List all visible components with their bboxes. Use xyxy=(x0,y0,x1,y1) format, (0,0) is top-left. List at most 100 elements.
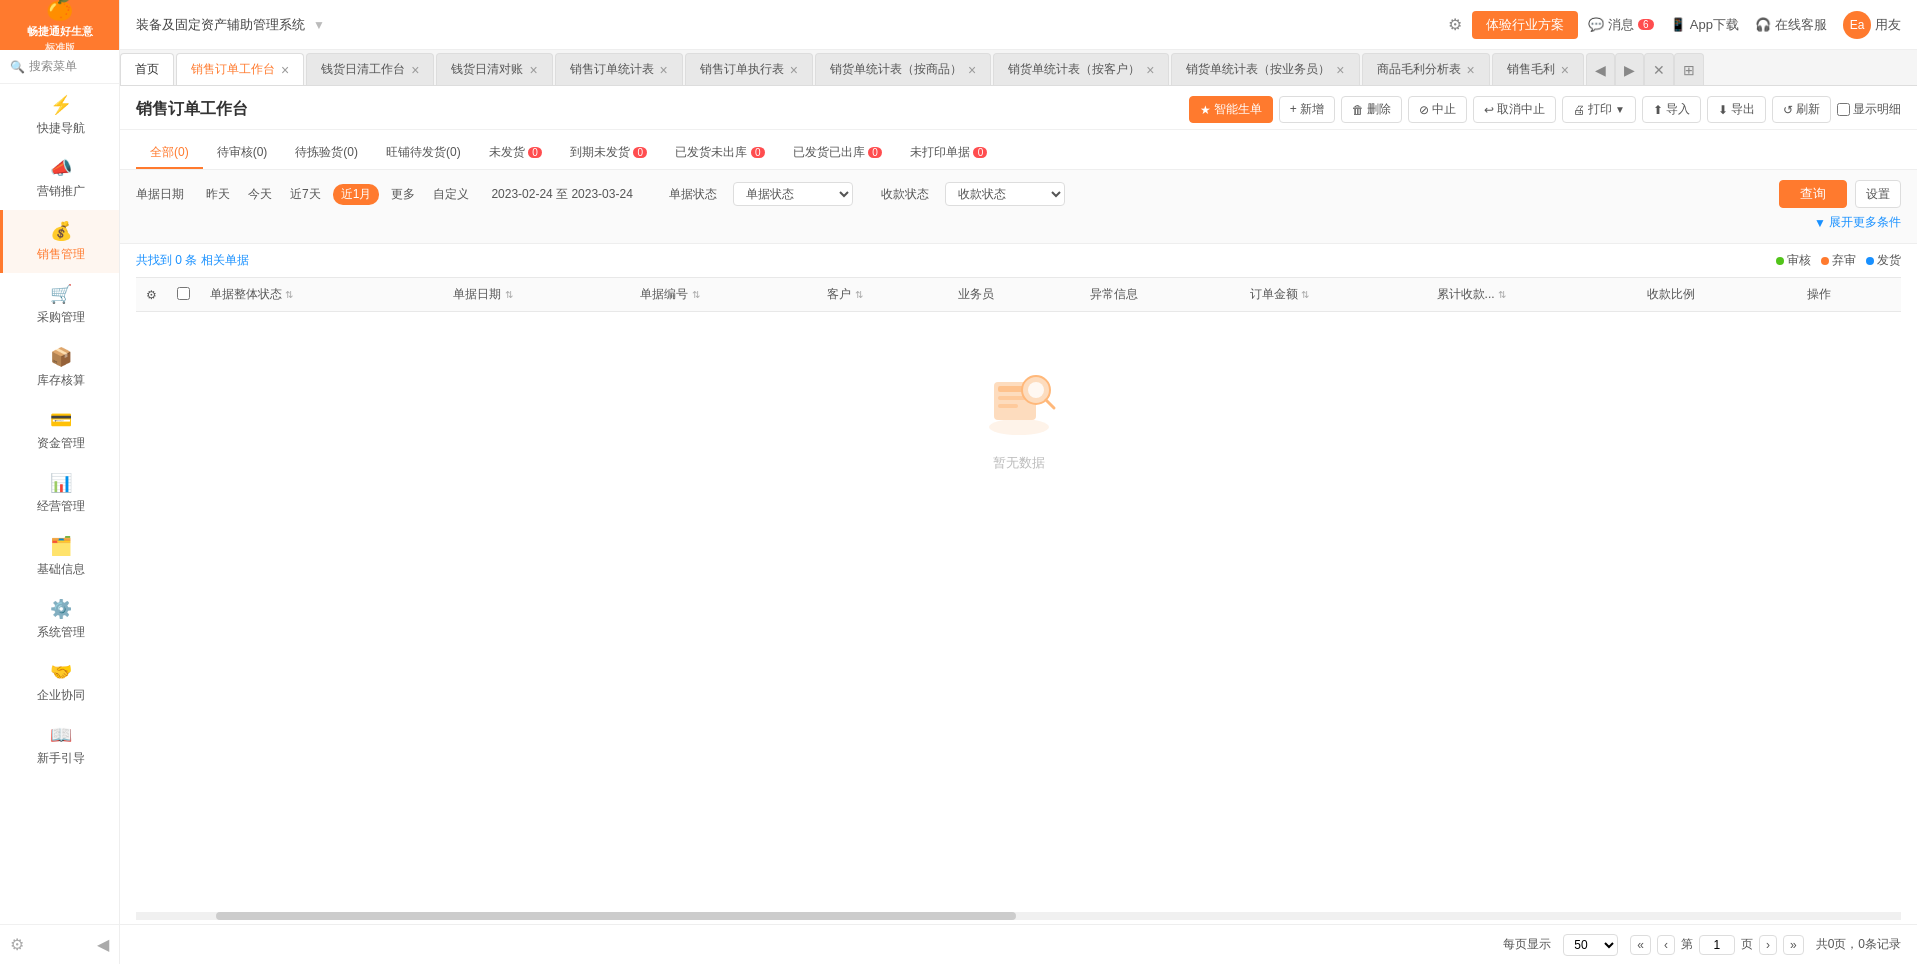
export-btn[interactable]: ⬇ 导出 xyxy=(1707,96,1766,123)
scrollbar-area[interactable] xyxy=(136,912,1901,920)
subtab-shipped-no-out[interactable]: 已发货未出库 0 xyxy=(661,138,778,169)
import-btn[interactable]: ⬆ 导入 xyxy=(1642,96,1701,123)
message-action[interactable]: 💬 消息 6 xyxy=(1588,16,1654,34)
tab-margin-close[interactable]: × xyxy=(1467,62,1475,78)
th-amount[interactable]: 订单金额 ⇅ xyxy=(1240,278,1427,312)
new-btn[interactable]: + 新增 xyxy=(1279,96,1335,123)
tab-reconcile-close[interactable]: × xyxy=(529,62,537,78)
subtab-shipped-out[interactable]: 已发货已出库 0 xyxy=(779,138,896,169)
status-filter-select[interactable]: 单据状态 xyxy=(733,182,853,206)
tab-customer-stats[interactable]: 销货单统计表（按客户） × xyxy=(993,53,1169,85)
subtab-pending-check[interactable]: 待拣验货(0) xyxy=(281,138,372,169)
show-detail-checkbox[interactable]: 显示明细 xyxy=(1837,101,1901,118)
th-customer[interactable]: 客户 ⇅ xyxy=(817,278,947,312)
th-ratio: 收款比例 xyxy=(1637,278,1797,312)
per-page-select[interactable]: 50 100 200 xyxy=(1563,934,1618,956)
subtab-all[interactable]: 全部(0) xyxy=(136,138,203,169)
settings-filter-btn[interactable]: 设置 xyxy=(1855,180,1901,208)
tab-cash-daily-close[interactable]: × xyxy=(411,62,419,78)
payment-filter-select[interactable]: 收款状态 xyxy=(945,182,1065,206)
tab-close-all[interactable]: ✕ xyxy=(1644,53,1674,85)
sidebar-item-marketing[interactable]: 📣 营销推广 xyxy=(0,147,119,210)
tab-cash-daily[interactable]: 钱货日清工作台 × xyxy=(306,53,434,85)
page-next-btn[interactable]: › xyxy=(1759,935,1777,955)
tab-sales-exec[interactable]: 销售订单执行表 × xyxy=(685,53,813,85)
tab-home[interactable]: 首页 xyxy=(120,53,174,85)
th-collected[interactable]: 累计收款... ⇅ xyxy=(1427,278,1638,312)
tab-sales-exec-close[interactable]: × xyxy=(790,62,798,78)
tab-sales-margin[interactable]: 销售毛利 × xyxy=(1492,53,1584,85)
marketing-icon: 📣 xyxy=(50,157,72,179)
filter-opt-today[interactable]: 今天 xyxy=(242,184,278,205)
sidebar-item-enterprise[interactable]: 🤝 企业协同 xyxy=(0,651,119,714)
tab-staff-stats-close[interactable]: × xyxy=(1336,62,1344,78)
tab-margin[interactable]: 商品毛利分析表 × xyxy=(1362,53,1490,85)
th-settings[interactable]: ⚙ xyxy=(136,278,167,312)
print-btn[interactable]: 🖨 打印 ▼ xyxy=(1562,96,1636,123)
stop-btn[interactable]: ⊘ 中止 xyxy=(1408,96,1467,123)
subtab-not-shipped[interactable]: 未发货 0 xyxy=(475,138,556,169)
sidebar-item-inventory[interactable]: 📦 库存核算 xyxy=(0,336,119,399)
app-download-action[interactable]: 📱 App下载 xyxy=(1670,16,1739,34)
th-status[interactable]: 单据整体状态 ⇅ xyxy=(200,278,443,312)
expand-btn[interactable]: ▼ 展开更多条件 xyxy=(1814,214,1901,231)
tab-nav-prev[interactable]: ◀ xyxy=(1586,53,1615,85)
page-prev-btn[interactable]: ‹ xyxy=(1657,935,1675,955)
tab-sales-stats-close[interactable]: × xyxy=(660,62,668,78)
online-service-action[interactable]: 🎧 在线客服 xyxy=(1755,16,1827,34)
tab-customer-stats-close[interactable]: × xyxy=(1146,62,1154,78)
filter-opt-1month[interactable]: 近1月 xyxy=(333,184,380,205)
th-checkbox[interactable] xyxy=(167,278,200,312)
tab-nav-next[interactable]: ▶ xyxy=(1615,53,1644,85)
filter-opt-more[interactable]: 更多 xyxy=(385,184,421,205)
sidebar-item-guide[interactable]: 📖 新手引导 xyxy=(0,714,119,777)
query-btn[interactable]: 查询 xyxy=(1779,180,1847,208)
tab-sales-order-close[interactable]: × xyxy=(281,62,289,78)
show-detail-input[interactable] xyxy=(1837,103,1850,116)
page-input[interactable] xyxy=(1699,935,1735,955)
smart-generate-btn[interactable]: ★ 智能生单 xyxy=(1189,96,1273,123)
sidebar-item-sales[interactable]: 💰 销售管理 xyxy=(0,210,119,273)
tab-reconcile[interactable]: 钱货日清对账 × xyxy=(436,53,552,85)
tab-expand[interactable]: ⊞ xyxy=(1674,53,1704,85)
sidebar-item-basic[interactable]: 🗂️ 基础信息 xyxy=(0,525,119,588)
sidebar-item-system[interactable]: ⚙️ 系统管理 xyxy=(0,588,119,651)
cancel-review-action-btn[interactable]: 弃审 xyxy=(1821,252,1856,269)
sidebar-item-shortcuts[interactable]: ⚡ 快捷导航 xyxy=(0,84,119,147)
topbar-settings-icon[interactable]: ⚙ xyxy=(1448,15,1462,34)
subtab-not-printed[interactable]: 未打印单据 0 xyxy=(896,138,1001,169)
select-all-checkbox[interactable] xyxy=(177,287,190,300)
subtab-overdue-ship[interactable]: 到期未发货 0 xyxy=(556,138,661,169)
ship-action-btn[interactable]: 发货 xyxy=(1866,252,1901,269)
industry-btn[interactable]: 体验行业方案 xyxy=(1472,11,1578,39)
subtab-pending-review[interactable]: 待审核(0) xyxy=(203,138,282,169)
th-number[interactable]: 单据编号 ⇅ xyxy=(630,278,817,312)
sidebar-item-purchase[interactable]: 🛒 采购管理 xyxy=(0,273,119,336)
refresh-btn[interactable]: ↺ 刷新 xyxy=(1772,96,1831,123)
tab-staff-stats[interactable]: 销货单统计表（按业务员） × xyxy=(1171,53,1359,85)
review-action-btn[interactable]: 审核 xyxy=(1776,252,1811,269)
sidebar-search[interactable]: 🔍 搜索菜单 xyxy=(0,50,119,84)
tab-sales-order[interactable]: 销售订单工作台 × xyxy=(176,53,304,85)
page-first-btn[interactable]: « xyxy=(1630,935,1651,955)
user-action[interactable]: Ea 用友 xyxy=(1843,11,1901,39)
delete-btn[interactable]: 🗑 删除 xyxy=(1341,96,1402,123)
scrollbar-thumb[interactable] xyxy=(216,912,1016,920)
sales-icon: 💰 xyxy=(50,220,72,242)
th-date[interactable]: 单据日期 ⇅ xyxy=(443,278,630,312)
filter-opt-yesterday[interactable]: 昨天 xyxy=(200,184,236,205)
cancel-stop-btn[interactable]: ↩ 取消中止 xyxy=(1473,96,1556,123)
filter-opt-custom[interactable]: 自定义 xyxy=(427,184,475,205)
page-last-btn[interactable]: » xyxy=(1783,935,1804,955)
collapse-icon[interactable]: ◀ xyxy=(97,935,109,954)
tab-sales-stats[interactable]: 销售订单统计表 × xyxy=(555,53,683,85)
dropdown-arrow-icon[interactable]: ▼ xyxy=(313,18,325,32)
tab-goods-stats[interactable]: 销货单统计表（按商品） × xyxy=(815,53,991,85)
filter-opt-7days[interactable]: 近7天 xyxy=(284,184,327,205)
subtab-wangpu[interactable]: 旺铺待发货(0) xyxy=(372,138,475,169)
sidebar-item-operation[interactable]: 📊 经营管理 xyxy=(0,462,119,525)
tab-sales-margin-close[interactable]: × xyxy=(1561,62,1569,78)
tab-goods-stats-close[interactable]: × xyxy=(968,62,976,78)
sidebar-item-finance[interactable]: 💳 资金管理 xyxy=(0,399,119,462)
settings-bottom-icon[interactable]: ⚙ xyxy=(10,935,24,954)
